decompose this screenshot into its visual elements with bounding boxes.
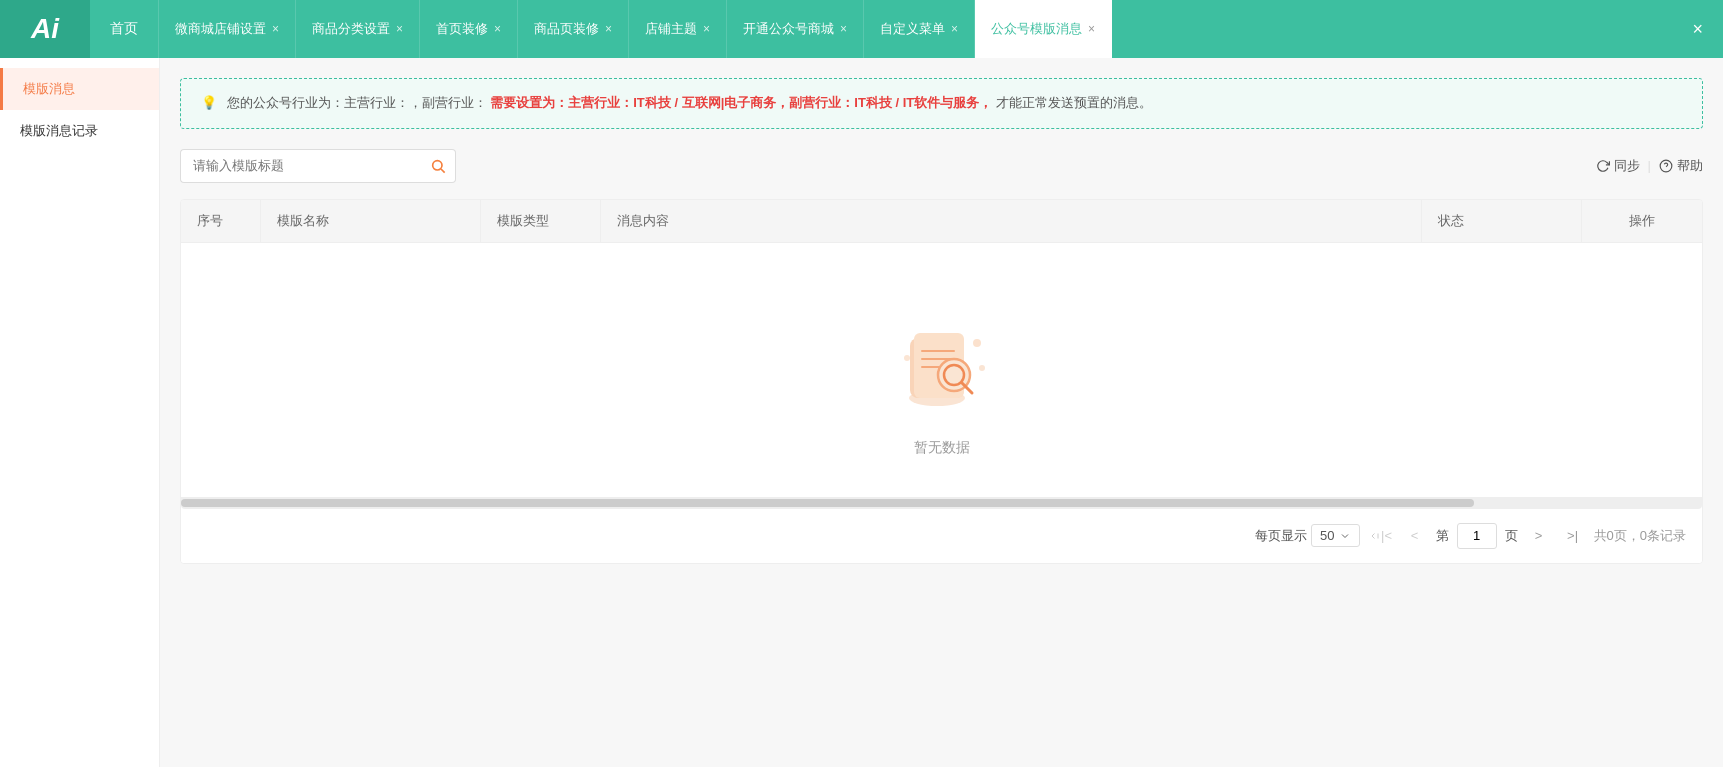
pagination: 每页显示 50 |< < <box>181 509 1702 563</box>
search-button[interactable] <box>420 149 456 183</box>
main-layout: 模版消息 模版消息记录 💡 您的公众号行业为：主营行业：，副营行业： 需要设置为… <box>0 58 1723 767</box>
first-page-button[interactable]: |< <box>1368 523 1394 549</box>
divider: | <box>1648 158 1651 173</box>
help-icon <box>1659 159 1673 173</box>
content-area: 💡 您的公众号行业为：主营行业：，副营行业： 需要设置为：主营行业：IT科技 /… <box>160 58 1723 767</box>
notice-highlight: 需要设置为：主营行业：IT科技 / 互联网|电子商务，副营行业：IT科技 / I… <box>490 95 992 110</box>
page-size-selector: 每页显示 50 <box>1255 524 1359 547</box>
th-type: 模版类型 <box>481 200 601 242</box>
close-tab-template-message[interactable]: × <box>1088 22 1095 36</box>
sidebar-item-template-message-log[interactable]: 模版消息记录 <box>0 110 159 152</box>
sync-icon <box>1596 159 1610 173</box>
th-action: 操作 <box>1582 200 1702 242</box>
app-logo: Ai <box>0 0 90 58</box>
scrollbar-thumb[interactable] <box>181 499 1474 507</box>
close-all-tabs-button[interactable]: × <box>1672 19 1723 40</box>
tab-open-mall[interactable]: 开通公众号商城 × <box>727 0 864 58</box>
sync-button[interactable]: 同步 <box>1596 157 1640 175</box>
empty-illustration <box>882 303 1002 423</box>
tab-custom-menu[interactable]: 自定义菜单 × <box>864 0 975 58</box>
search-icon <box>430 158 446 174</box>
th-serial: 序号 <box>181 200 261 242</box>
tab-home[interactable]: 首页 <box>90 0 159 58</box>
table-wrapper: 序号 模版名称 模版类型 消息内容 状态 操作 <box>180 199 1703 564</box>
svg-point-0 <box>432 160 441 169</box>
chevron-down-icon <box>1339 530 1351 542</box>
empty-state: 暂无数据 <box>181 243 1702 497</box>
tab-store-settings[interactable]: 微商城店铺设置 × <box>159 0 296 58</box>
horizontal-scrollbar[interactable] <box>181 497 1702 509</box>
search-bar: 同步 | 帮助 <box>180 149 1703 183</box>
close-tab-store-settings[interactable]: × <box>272 22 279 36</box>
close-tab-open-mall[interactable]: × <box>840 22 847 36</box>
tab-store-theme[interactable]: 店铺主题 × <box>629 0 727 58</box>
next-page-button[interactable]: > <box>1526 523 1552 549</box>
notice-icon: 💡 <box>201 95 217 110</box>
top-nav: Ai 首页 微商城店铺设置 × 商品分类设置 × 首页装修 × 商品页装修 × … <box>0 0 1723 58</box>
close-tab-custom-menu[interactable]: × <box>951 22 958 36</box>
total-info: 共0页，0条记录 <box>1594 527 1686 545</box>
search-input[interactable] <box>180 149 420 183</box>
prev-page-button[interactable]: < <box>1402 523 1428 549</box>
last-page-button[interactable]: >| <box>1560 523 1586 549</box>
close-tab-product-decoration[interactable]: × <box>605 22 612 36</box>
sidebar: 模版消息 模版消息记录 <box>0 58 160 767</box>
table-header: 序号 模版名称 模版类型 消息内容 状态 操作 <box>181 200 1702 243</box>
sidebar-item-template-message[interactable]: 模版消息 <box>0 68 159 110</box>
nav-tabs: 首页 微商城店铺设置 × 商品分类设置 × 首页装修 × 商品页装修 × 店铺主… <box>90 0 1672 58</box>
page-size-dropdown[interactable]: 50 <box>1311 524 1359 547</box>
close-tab-home-decoration[interactable]: × <box>494 22 501 36</box>
svg-point-15 <box>979 365 985 371</box>
close-tab-category-settings[interactable]: × <box>396 22 403 36</box>
empty-text: 暂无数据 <box>914 439 970 457</box>
svg-line-1 <box>441 169 445 173</box>
tab-home-decoration[interactable]: 首页装修 × <box>420 0 518 58</box>
help-button[interactable]: 帮助 <box>1659 157 1703 175</box>
search-left <box>180 149 456 183</box>
tab-template-message[interactable]: 公众号模版消息 × <box>975 0 1112 58</box>
page-number-input[interactable] <box>1457 523 1497 549</box>
th-status: 状态 <box>1422 200 1582 242</box>
th-name: 模版名称 <box>261 200 481 242</box>
first-page-icon <box>1369 530 1381 542</box>
close-tab-store-theme[interactable]: × <box>703 22 710 36</box>
tab-product-decoration[interactable]: 商品页装修 × <box>518 0 629 58</box>
svg-point-14 <box>904 355 910 361</box>
search-right: 同步 | 帮助 <box>1596 157 1703 175</box>
tab-category-settings[interactable]: 商品分类设置 × <box>296 0 420 58</box>
svg-point-13 <box>973 339 981 347</box>
notice-box: 💡 您的公众号行业为：主营行业：，副营行业： 需要设置为：主营行业：IT科技 /… <box>180 78 1703 129</box>
th-content: 消息内容 <box>601 200 1422 242</box>
